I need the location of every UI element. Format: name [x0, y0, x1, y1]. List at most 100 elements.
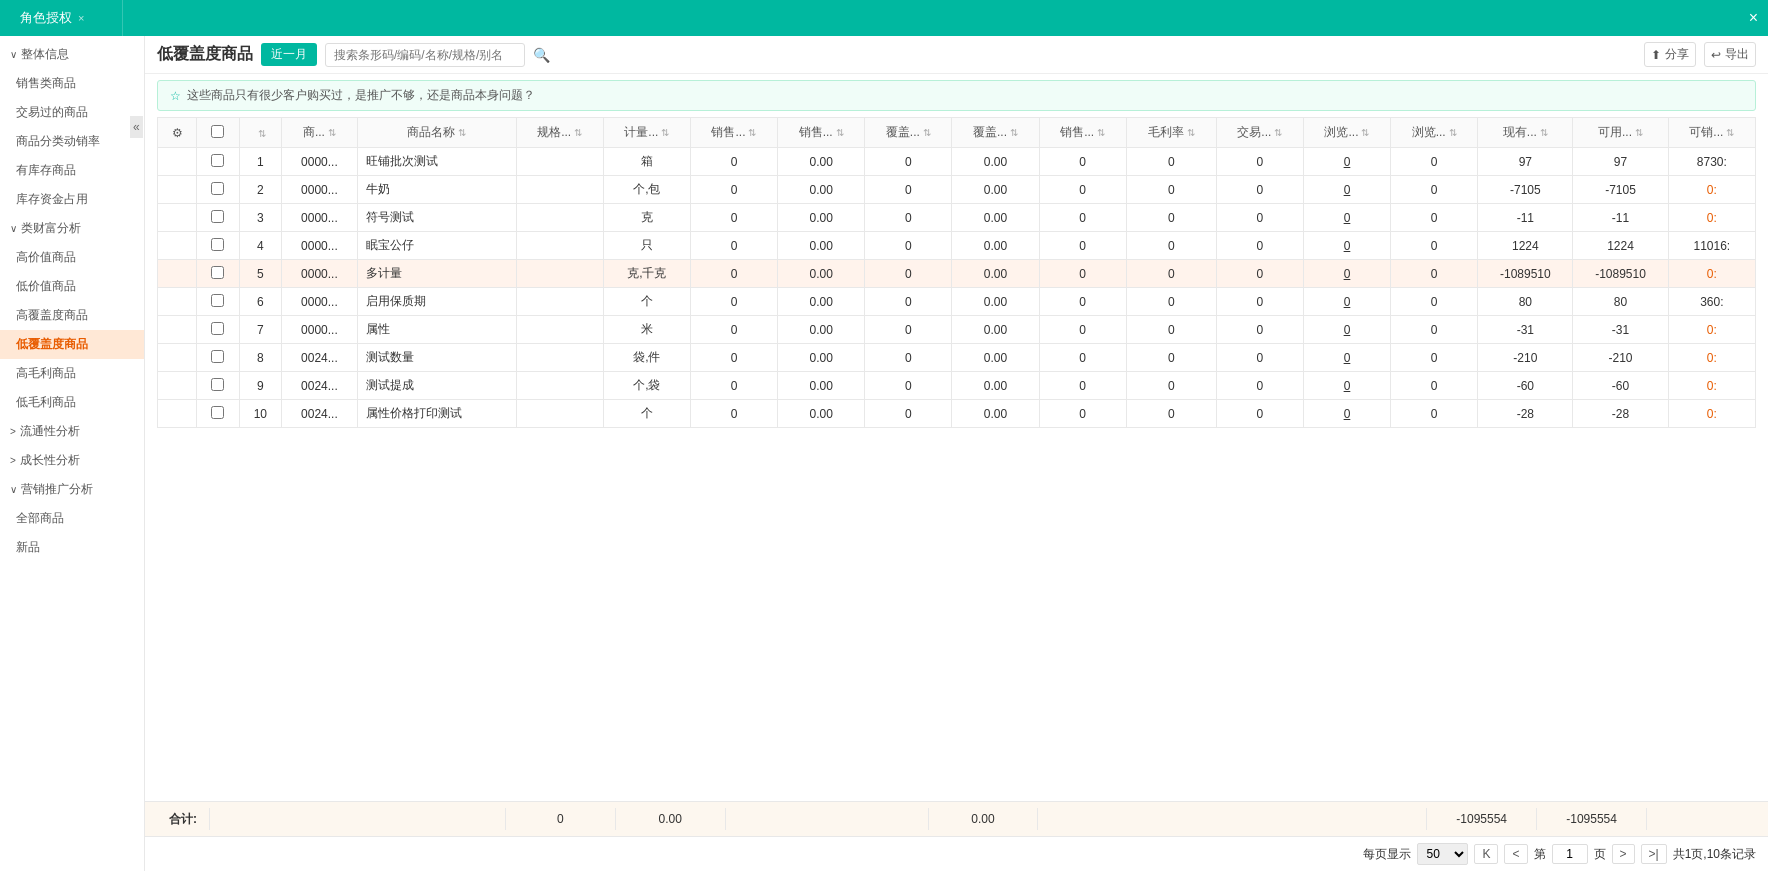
row-checkbox[interactable] [197, 260, 239, 288]
row-name[interactable]: 牛奶 [357, 176, 516, 204]
sidebar-item-低价值商品[interactable]: 低价值商品 [0, 272, 144, 301]
row-view1[interactable]: 0 [1303, 316, 1390, 344]
prev-page-button[interactable]: < [1504, 844, 1527, 864]
col-header-gross[interactable]: 毛利率⇅ [1126, 118, 1216, 148]
row-checkbox[interactable] [197, 204, 239, 232]
row-name[interactable]: 测试提成 [357, 372, 516, 400]
next-page-button[interactable]: > [1612, 844, 1635, 864]
row-checkbox[interactable] [197, 344, 239, 372]
close-icon[interactable]: × [1749, 9, 1758, 27]
sidebar-item-低覆盖度商品[interactable]: 低覆盖度商品 [0, 330, 144, 359]
row-select-checkbox[interactable] [211, 350, 224, 363]
select-all-checkbox[interactable] [211, 125, 224, 138]
col-header-code[interactable]: 商...⇅ [282, 118, 357, 148]
row-checkbox[interactable] [197, 400, 239, 428]
view1-link[interactable]: 0 [1344, 379, 1351, 393]
row-view1[interactable]: 0 [1303, 176, 1390, 204]
search-input[interactable] [325, 43, 525, 67]
view1-link[interactable]: 0 [1344, 211, 1351, 225]
view1-link[interactable]: 0 [1344, 351, 1351, 365]
row-checkbox[interactable] [197, 232, 239, 260]
last-page-button[interactable]: >| [1641, 844, 1667, 864]
row-name[interactable]: 测试数量 [357, 344, 516, 372]
view1-link[interactable]: 0 [1344, 407, 1351, 421]
row-view1[interactable]: 0 [1303, 204, 1390, 232]
row-select-checkbox[interactable] [211, 154, 224, 167]
sidebar-item-有库存商品[interactable]: 有库存商品 [0, 156, 144, 185]
row-select-checkbox[interactable] [211, 238, 224, 251]
row-name[interactable]: 多计量 [357, 260, 516, 288]
view1-link[interactable]: 0 [1344, 183, 1351, 197]
row-name[interactable]: 属性价格打印测试 [357, 400, 516, 428]
period-button[interactable]: 近一月 [261, 43, 317, 66]
row-name[interactable]: 旺铺批次测试 [357, 148, 516, 176]
col-header-unit[interactable]: 计量...⇅ [603, 118, 690, 148]
row-name[interactable]: 属性 [357, 316, 516, 344]
col-header-cover1[interactable]: 覆盖...⇅ [865, 118, 952, 148]
sidebar-item-高毛利商品[interactable]: 高毛利商品 [0, 359, 144, 388]
nav-tab-角色授权[interactable]: 角色授权× [8, 0, 123, 36]
view1-link[interactable]: 0 [1344, 155, 1351, 169]
row-checkbox[interactable] [197, 148, 239, 176]
close-tab-icon[interactable]: × [78, 12, 84, 24]
col-header-trade[interactable]: 交易...⇅ [1216, 118, 1303, 148]
col-header-view1[interactable]: 浏览...⇅ [1303, 118, 1390, 148]
view1-link[interactable]: 0 [1344, 239, 1351, 253]
col-header-sellable[interactable]: 可销...⇅ [1668, 118, 1755, 148]
per-page-select[interactable]: 50 20 100 [1417, 843, 1468, 865]
row-select-checkbox[interactable] [211, 294, 224, 307]
row-view1[interactable]: 0 [1303, 260, 1390, 288]
sidebar-collapse-button[interactable]: « [130, 116, 143, 138]
row-view1[interactable]: 0 [1303, 372, 1390, 400]
row-view1[interactable]: 0 [1303, 400, 1390, 428]
row-view1[interactable]: 0 [1303, 288, 1390, 316]
row-checkbox[interactable] [197, 372, 239, 400]
search-icon[interactable]: 🔍 [533, 47, 550, 63]
sidebar-item-商品分类动销率[interactable]: 商品分类动销率 [0, 127, 144, 156]
row-checkbox[interactable] [197, 288, 239, 316]
row-checkbox[interactable] [197, 316, 239, 344]
sidebar-item-高价值商品[interactable]: 高价值商品 [0, 243, 144, 272]
col-header-sales2[interactable]: 销售...⇅ [1039, 118, 1126, 148]
view1-link[interactable]: 0 [1344, 323, 1351, 337]
sidebar-section-成长性分析[interactable]: >成长性分析 [0, 446, 144, 475]
col-header-view2[interactable]: 浏览...⇅ [1391, 118, 1478, 148]
view1-link[interactable]: 0 [1344, 295, 1351, 309]
share-button[interactable]: ⬆ 分享 [1644, 42, 1696, 67]
col-header-current[interactable]: 现有...⇅ [1478, 118, 1573, 148]
sidebar-item-交易过的商品[interactable]: 交易过的商品 [0, 98, 144, 127]
col-header-cover2[interactable]: 覆盖...⇅ [952, 118, 1039, 148]
row-name[interactable]: 启用保质期 [357, 288, 516, 316]
sidebar-item-低毛利商品[interactable]: 低毛利商品 [0, 388, 144, 417]
sidebar-section-整体信息[interactable]: ∨整体信息 [0, 40, 144, 69]
row-select-checkbox[interactable] [211, 406, 224, 419]
sidebar-section-流通性分析[interactable]: >流通性分析 [0, 417, 144, 446]
col-header-sales_amt[interactable]: 销售...⇅ [778, 118, 865, 148]
sidebar-section-类财富分析[interactable]: ∨类财富分析 [0, 214, 144, 243]
col-header-no[interactable]: ⇅ [239, 118, 282, 148]
row-view1[interactable]: 0 [1303, 232, 1390, 260]
table-wrapper[interactable]: ⚙⇅商...⇅商品名称⇅规格...⇅计量...⇅销售...⇅销售...⇅覆盖..… [145, 117, 1768, 801]
col-header-avail[interactable]: 可用...⇅ [1573, 118, 1668, 148]
sidebar-section-营销推广分析[interactable]: ∨营销推广分析 [0, 475, 144, 504]
row-select-checkbox[interactable] [211, 182, 224, 195]
sidebar-item-销售类商品[interactable]: 销售类商品 [0, 69, 144, 98]
row-name[interactable]: 眠宝公仔 [357, 232, 516, 260]
row-select-checkbox[interactable] [211, 266, 224, 279]
row-name[interactable]: 符号测试 [357, 204, 516, 232]
row-select-checkbox[interactable] [211, 378, 224, 391]
col-header-settings[interactable]: ⚙ [158, 118, 197, 148]
export-button[interactable]: ↩ 导出 [1704, 42, 1756, 67]
first-page-button[interactable]: K [1474, 844, 1498, 864]
sidebar-item-全部商品[interactable]: 全部商品 [0, 504, 144, 533]
page-number-input[interactable] [1552, 844, 1588, 864]
sidebar-item-库存资金占用[interactable]: 库存资金占用 [0, 185, 144, 214]
col-header-checkbox[interactable] [197, 118, 239, 148]
sidebar-item-高覆盖度商品[interactable]: 高覆盖度商品 [0, 301, 144, 330]
settings-icon[interactable]: ⚙ [172, 126, 183, 140]
row-select-checkbox[interactable] [211, 210, 224, 223]
row-view1[interactable]: 0 [1303, 148, 1390, 176]
sidebar-item-新品[interactable]: 新品 [0, 533, 144, 562]
col-header-name[interactable]: 商品名称⇅ [357, 118, 516, 148]
row-select-checkbox[interactable] [211, 322, 224, 335]
